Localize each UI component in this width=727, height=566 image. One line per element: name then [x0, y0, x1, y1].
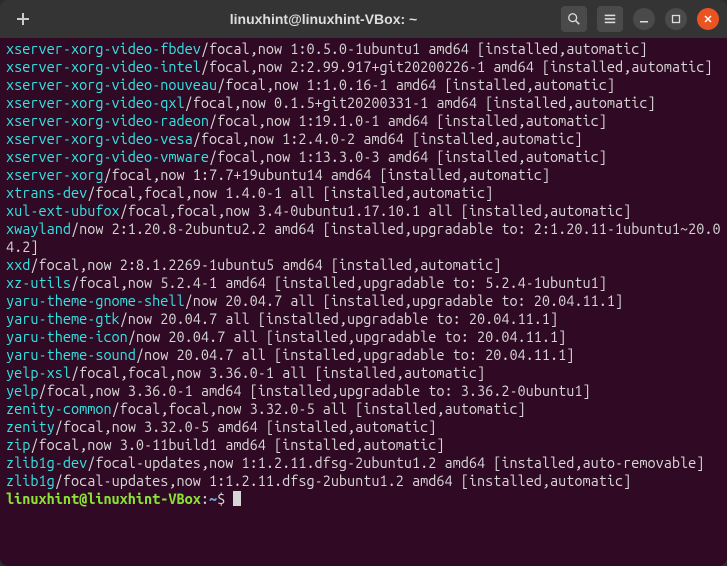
package-line: xz-utils/focal,now 5.2.4-1 amd64 [instal… [6, 274, 721, 292]
package-name: xxd [6, 256, 30, 273]
search-icon [567, 12, 581, 26]
package-info: /focal,now 3.0-11build1 amd64 [installed… [30, 436, 444, 453]
package-info: /focal,now 1:0.5.0-1ubuntu1 amd64 [insta… [201, 40, 648, 57]
package-line: yelp/focal,now 3.36.0-1 amd64 [installed… [6, 382, 721, 400]
window-title: linuxhint@linuxhint-VBox: ~ [134, 11, 513, 27]
prompt-line[interactable]: linuxhint@linuxhint-VBox:~$ [6, 490, 721, 508]
cursor [233, 491, 241, 506]
package-name: zlib1g [6, 472, 55, 489]
package-line: yaru-theme-icon/now 20.04.7 all [install… [6, 328, 721, 346]
package-line: xserver-xorg-video-vesa/focal,now 1:2.4.… [6, 130, 721, 148]
package-name: zenity-common [6, 400, 112, 417]
search-button[interactable] [561, 6, 587, 32]
package-info: /now 2:1.20.8-2ubuntu2.2 amd64 [installe… [6, 220, 721, 255]
package-line: xserver-xorg-video-qxl/focal,now 0.1.5+g… [6, 94, 721, 112]
menu-button[interactable] [597, 6, 623, 32]
titlebar: linuxhint@linuxhint-VBox: ~ [0, 0, 727, 38]
new-tab-button[interactable] [8, 4, 38, 34]
hamburger-icon [603, 12, 617, 26]
package-line: zlib1g/focal-updates,now 1:1.2.11.dfsg-2… [6, 472, 721, 490]
package-line: xserver-xorg-video-fbdev/focal,now 1:0.5… [6, 40, 721, 58]
package-line: yaru-theme-sound/now 20.04.7 all [instal… [6, 346, 721, 364]
package-name: xserver-xorg-video-intel [6, 58, 201, 75]
plus-icon [15, 11, 31, 27]
package-info: /focal,now 1:13.3.0-3 amd64 [installed,a… [209, 148, 607, 165]
package-line: xserver-xorg-video-intel/focal,now 2:2.9… [6, 58, 721, 76]
package-info: /focal,now 1:1.0.16-1 amd64 [installed,a… [217, 76, 615, 93]
package-line: xxd/focal,now 2:8.1.2269-1ubuntu5 amd64 … [6, 256, 721, 274]
package-line: xserver-xorg/focal,now 1:7.7+19ubuntu14 … [6, 166, 721, 184]
package-info: /focal,focal,now 1.4.0-1 all [installed,… [87, 184, 493, 201]
package-info: /focal,now 1:2.4.0-2 amd64 [installed,au… [193, 130, 583, 147]
package-line: zenity-common/focal,focal,now 3.32.0-5 a… [6, 400, 721, 418]
package-name: xserver-xorg-video-nouveau [6, 76, 217, 93]
package-info: /focal,focal,now 3.4-0ubuntu1.17.10.1 al… [120, 202, 632, 219]
package-name: zip [6, 436, 30, 453]
package-info: /focal,now 1:19.1.0-1 amd64 [installed,a… [209, 112, 607, 129]
prompt-user: linuxhint@linuxhint-VBox [6, 490, 201, 507]
package-info: /focal,focal,now 3.36.0-1 all [installed… [71, 364, 485, 381]
package-name: yaru-theme-sound [6, 346, 136, 363]
close-button[interactable] [697, 8, 719, 30]
package-line: xul-ext-ubufox/focal,focal,now 3.4-0ubun… [6, 202, 721, 220]
package-info: /focal,focal,now 3.32.0-5 all [installed… [112, 400, 526, 417]
package-line: yaru-theme-gtk/now 20.04.7 all [installe… [6, 310, 721, 328]
package-info: /now 20.04.7 all [installed,upgradable t… [128, 328, 566, 345]
package-line: xserver-xorg-video-vmware/focal,now 1:13… [6, 148, 721, 166]
package-name: zlib1g-dev [6, 454, 87, 471]
package-info: /focal,now 3.32.0-5 amd64 [installed,aut… [55, 418, 437, 435]
package-line: yelp-xsl/focal,focal,now 3.36.0-1 all [i… [6, 364, 721, 382]
prompt-dollar: $ [217, 490, 233, 507]
package-name: xwayland [6, 220, 71, 237]
package-name: yaru-theme-gtk [6, 310, 120, 327]
prompt-path: ~ [209, 490, 217, 507]
package-info: /focal-updates,now 1:1.2.11.dfsg-2ubuntu… [55, 472, 632, 489]
package-name: yelp-xsl [6, 364, 71, 381]
package-name: yaru-theme-icon [6, 328, 128, 345]
package-name: zenity [6, 418, 55, 435]
package-name: yelp [6, 382, 38, 399]
terminal-output[interactable]: xserver-xorg-video-fbdev/focal,now 1:0.5… [0, 38, 727, 566]
package-line: xserver-xorg-video-radeon/focal,now 1:19… [6, 112, 721, 130]
package-info: /focal,now 2:8.1.2269-1ubuntu5 amd64 [in… [30, 256, 501, 273]
package-info: /focal,now 5.2.4-1 amd64 [installed,upgr… [71, 274, 607, 291]
package-name: xz-utils [6, 274, 71, 291]
package-info: /focal-updates,now 1:1.2.11.dfsg-2ubuntu… [87, 454, 704, 471]
package-info: /focal,now 2:2.99.917+git20200226-1 amd6… [201, 58, 713, 75]
package-name: xserver-xorg-video-vmware [6, 148, 209, 165]
minimize-icon [639, 14, 649, 24]
package-info: /now 20.04.7 all [installed,upgradable t… [120, 310, 558, 327]
package-line: zip/focal,now 3.0-11build1 amd64 [instal… [6, 436, 721, 454]
package-line: yaru-theme-gnome-shell/now 20.04.7 all [… [6, 292, 721, 310]
package-name: xserver-xorg-video-fbdev [6, 40, 201, 57]
minimize-button[interactable] [633, 8, 655, 30]
package-name: xul-ext-ubufox [6, 202, 120, 219]
prompt-colon: : [201, 490, 209, 507]
package-name: xserver-xorg [6, 166, 103, 183]
package-info: /focal,now 3.36.0-1 amd64 [installed,upg… [38, 382, 590, 399]
package-info: /focal,now 0.1.5+git20200331-1 amd64 [in… [185, 94, 656, 111]
package-line: xtrans-dev/focal,focal,now 1.4.0-1 all [… [6, 184, 721, 202]
package-name: xserver-xorg-video-vesa [6, 130, 193, 147]
package-info: /now 20.04.7 all [installed,upgradable t… [136, 346, 574, 363]
package-line: xwayland/now 2:1.20.8-2ubuntu2.2 amd64 [… [6, 220, 721, 256]
package-name: yaru-theme-gnome-shell [6, 292, 185, 309]
package-name: xserver-xorg-video-qxl [6, 94, 185, 111]
package-info: /now 20.04.7 all [installed,upgradable t… [185, 292, 623, 309]
terminal-window: linuxhint@linuxhint-VBox: ~ xserver-xorg… [0, 0, 727, 566]
close-icon [703, 14, 713, 24]
package-line: zenity/focal,now 3.32.0-5 amd64 [install… [6, 418, 721, 436]
maximize-button[interactable] [665, 8, 687, 30]
package-info: /focal,now 1:7.7+19ubuntu14 amd64 [insta… [103, 166, 550, 183]
maximize-icon [671, 14, 681, 24]
package-name: xtrans-dev [6, 184, 87, 201]
package-line: xserver-xorg-video-nouveau/focal,now 1:1… [6, 76, 721, 94]
package-line: zlib1g-dev/focal-updates,now 1:1.2.11.df… [6, 454, 721, 472]
package-name: xserver-xorg-video-radeon [6, 112, 209, 129]
